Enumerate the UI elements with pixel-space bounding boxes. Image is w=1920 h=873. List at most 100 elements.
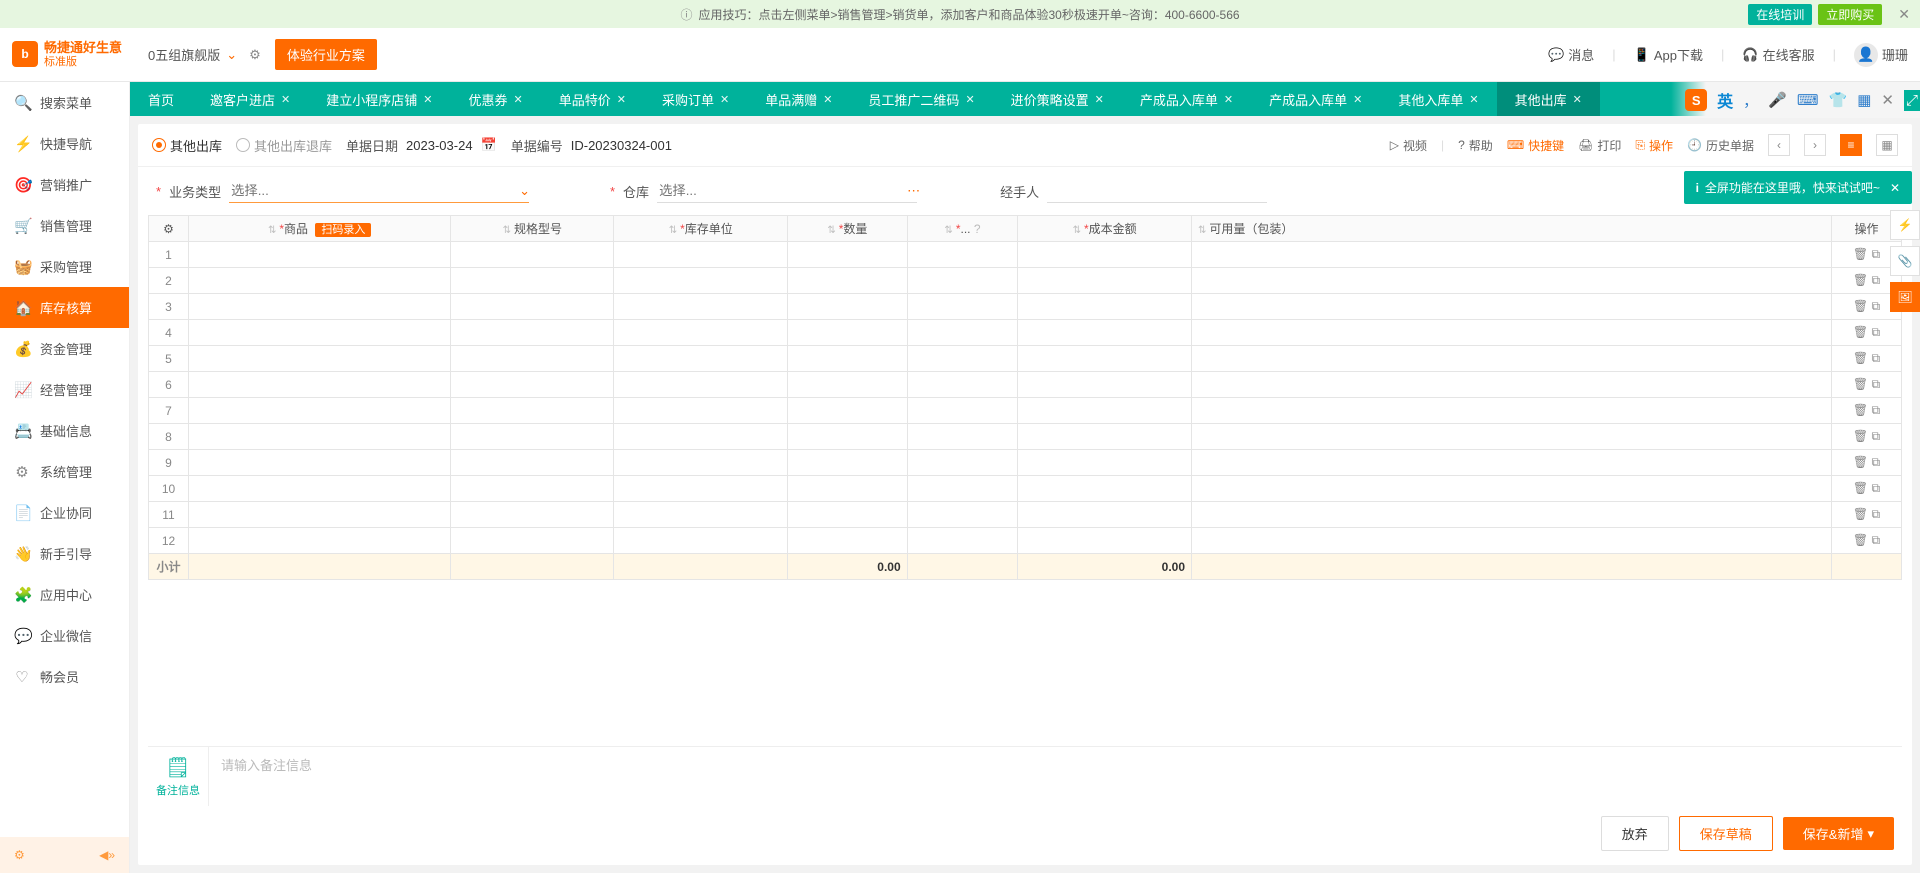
delete-row-icon[interactable]: 🗑 — [1853, 377, 1868, 391]
close-icon[interactable]: ✕ — [823, 93, 832, 106]
col-amount[interactable]: ⇅*成本金额 — [1018, 216, 1192, 242]
gear-icon[interactable]: ⚙ — [249, 47, 261, 63]
warehouse-field[interactable]: *仓库 ⋯ — [610, 179, 920, 203]
tab-7[interactable]: 员工推广二维码✕ — [850, 82, 992, 116]
copy-row-icon[interactable]: ⧉ — [1872, 377, 1881, 391]
tab-11[interactable]: 其他入库单✕ — [1380, 82, 1496, 116]
discard-button[interactable]: 放弃 — [1601, 816, 1669, 851]
operations-menu[interactable]: ⎘操作 — [1635, 137, 1673, 154]
buy-now-button[interactable]: 立即购买 — [1818, 4, 1882, 25]
col-cost[interactable]: ⇅*... ? — [907, 216, 1018, 242]
table-row[interactable]: 3🗑 ⧉ — [149, 294, 1902, 320]
sidebar-item-9[interactable]: ⚙系统管理 — [0, 451, 129, 492]
help-link[interactable]: ?帮助 — [1458, 137, 1493, 154]
rail-lightning-icon[interactable]: ⚡ — [1890, 210, 1920, 240]
copy-row-icon[interactable]: ⧉ — [1872, 325, 1881, 339]
messages-link[interactable]: 💬消息 — [1548, 45, 1594, 64]
copy-row-icon[interactable]: ⧉ — [1872, 481, 1881, 495]
delete-row-icon[interactable]: 🗑 — [1853, 507, 1868, 521]
delete-row-icon[interactable]: 🗑 — [1853, 481, 1868, 495]
table-settings-button[interactable]: ⚙ — [149, 216, 189, 242]
close-icon[interactable]: ✕ — [514, 93, 523, 106]
close-icon[interactable]: ✕ — [1890, 181, 1900, 195]
table-row[interactable]: 11🗑 ⧉ — [149, 502, 1902, 528]
support-link[interactable]: 🎧在线客服 — [1742, 45, 1814, 64]
tab-0[interactable]: 首页 — [130, 82, 192, 116]
sidebar-item-4[interactable]: 🧺采购管理 — [0, 246, 129, 287]
delete-row-icon[interactable]: 🗑 — [1853, 455, 1868, 469]
table-row[interactable]: 2🗑 ⧉ — [149, 268, 1902, 294]
ime-shirt-icon[interactable]: 👕 — [1829, 91, 1848, 109]
sidebar-item-1[interactable]: ⚡快捷导航 — [0, 123, 129, 164]
tab-4[interactable]: 单品特价✕ — [541, 82, 644, 116]
sidebar-item-10[interactable]: 📄企业协同 — [0, 492, 129, 533]
help-icon[interactable]: ? — [974, 222, 981, 236]
calendar-icon[interactable]: 📅 — [481, 137, 497, 153]
close-icon[interactable]: ✕ — [1353, 93, 1362, 106]
col-avail[interactable]: ⇅可用量（包装） — [1192, 216, 1832, 242]
tab-9[interactable]: 产成品入库单✕ — [1122, 82, 1251, 116]
chevron-down-icon[interactable]: ⌄ — [519, 183, 530, 199]
col-goods[interactable]: ⇅*商品 扫码录入 — [189, 216, 451, 242]
table-row[interactable]: 5🗑 ⧉ — [149, 346, 1902, 372]
ime-expand-icon[interactable]: ⤢ — [1904, 90, 1920, 111]
copy-row-icon[interactable]: ⧉ — [1872, 403, 1881, 417]
radio-other-out[interactable]: 其他出库 — [152, 136, 222, 155]
sidebar-item-11[interactable]: 👋新手引导 — [0, 533, 129, 574]
history-button[interactable]: 🕘历史单据 — [1687, 137, 1754, 154]
ime-comma-icon[interactable]: ， — [1743, 90, 1758, 111]
sidebar-item-5[interactable]: 🏠库存核算 — [0, 287, 129, 328]
online-training-button[interactable]: 在线培训 — [1748, 4, 1812, 25]
copy-row-icon[interactable]: ⧉ — [1872, 455, 1881, 469]
print-button[interactable]: 🖨打印 — [1578, 137, 1621, 154]
sidebar-item-3[interactable]: 🛒销售管理 — [0, 205, 129, 246]
close-icon[interactable]: ✕ — [423, 93, 432, 106]
business-type-field[interactable]: *业务类型 ⌄ — [156, 179, 530, 203]
copy-row-icon[interactable]: ⧉ — [1872, 533, 1881, 547]
tab-2[interactable]: 建立小程序店铺✕ — [308, 82, 450, 116]
ime-close-icon[interactable]: ✕ — [1881, 91, 1894, 109]
copy-row-icon[interactable]: ⧉ — [1872, 273, 1881, 287]
copy-row-icon[interactable]: ⧉ — [1872, 299, 1881, 313]
table-row[interactable]: 8🗑 ⧉ — [149, 424, 1902, 450]
radio-other-out-return[interactable]: 其他出库退库 — [236, 136, 332, 155]
save-draft-button[interactable]: 保存草稿 — [1679, 816, 1773, 851]
copy-row-icon[interactable]: ⧉ — [1872, 507, 1881, 521]
sidebar-item-7[interactable]: 📈经营管理 — [0, 369, 129, 410]
close-icon[interactable]: ✕ — [720, 93, 729, 106]
ime-mode[interactable]: 英 — [1717, 88, 1733, 112]
delete-row-icon[interactable]: 🗑 — [1853, 325, 1868, 339]
table-row[interactable]: 9🗑 ⧉ — [149, 450, 1902, 476]
warehouse-input[interactable] — [657, 179, 917, 203]
sidebar-item-8[interactable]: 📇基础信息 — [0, 410, 129, 451]
col-spec[interactable]: ⇅规格型号 — [451, 216, 614, 242]
brand-logo[interactable]: b 畅捷通好生意 标准版 — [12, 41, 122, 67]
close-icon[interactable]: ✕ — [617, 93, 626, 106]
user-menu[interactable]: 👤珊珊 — [1854, 43, 1908, 67]
close-icon[interactable]: ✕ — [965, 93, 974, 106]
close-icon[interactable]: ✕ — [1573, 93, 1582, 106]
ime-keyboard-icon[interactable]: ⌨ — [1797, 91, 1819, 109]
prev-page-button[interactable]: ‹ — [1768, 134, 1790, 156]
col-qty[interactable]: ⇅*数量 — [788, 216, 908, 242]
settings-icon[interactable]: ⚙ — [14, 848, 25, 862]
video-help-link[interactable]: ▷视频 — [1390, 137, 1427, 154]
sidebar-item-6[interactable]: 💰资金管理 — [0, 328, 129, 369]
rail-attachment-icon[interactable]: 📎 — [1890, 246, 1920, 276]
sidebar-item-0[interactable]: 🔍搜索菜单 — [0, 82, 129, 123]
tab-3[interactable]: 优惠券✕ — [450, 82, 540, 116]
plan-selector[interactable]: 0五组旗舰版 ⌄ ⚙ — [148, 45, 261, 64]
col-unit[interactable]: ⇅*库存单位 — [614, 216, 788, 242]
delete-row-icon[interactable]: 🗑 — [1853, 403, 1868, 417]
tab-10[interactable]: 产成品入库单✕ — [1251, 82, 1380, 116]
delete-row-icon[interactable]: 🗑 — [1853, 299, 1868, 313]
close-icon[interactable]: ✕ — [1469, 93, 1478, 106]
delete-row-icon[interactable]: 🗑 — [1853, 247, 1868, 261]
sidebar-item-2[interactable]: 🎯营销推广 — [0, 164, 129, 205]
view-list-button[interactable]: ≡ — [1840, 134, 1862, 156]
sidebar-item-12[interactable]: 🧩应用中心 — [0, 574, 129, 615]
shortcut-link[interactable]: ⌨快捷键 — [1507, 137, 1564, 154]
table-row[interactable]: 4🗑 ⧉ — [149, 320, 1902, 346]
banner-close-icon[interactable]: ✕ — [1898, 6, 1910, 23]
handler-input[interactable] — [1047, 179, 1267, 203]
